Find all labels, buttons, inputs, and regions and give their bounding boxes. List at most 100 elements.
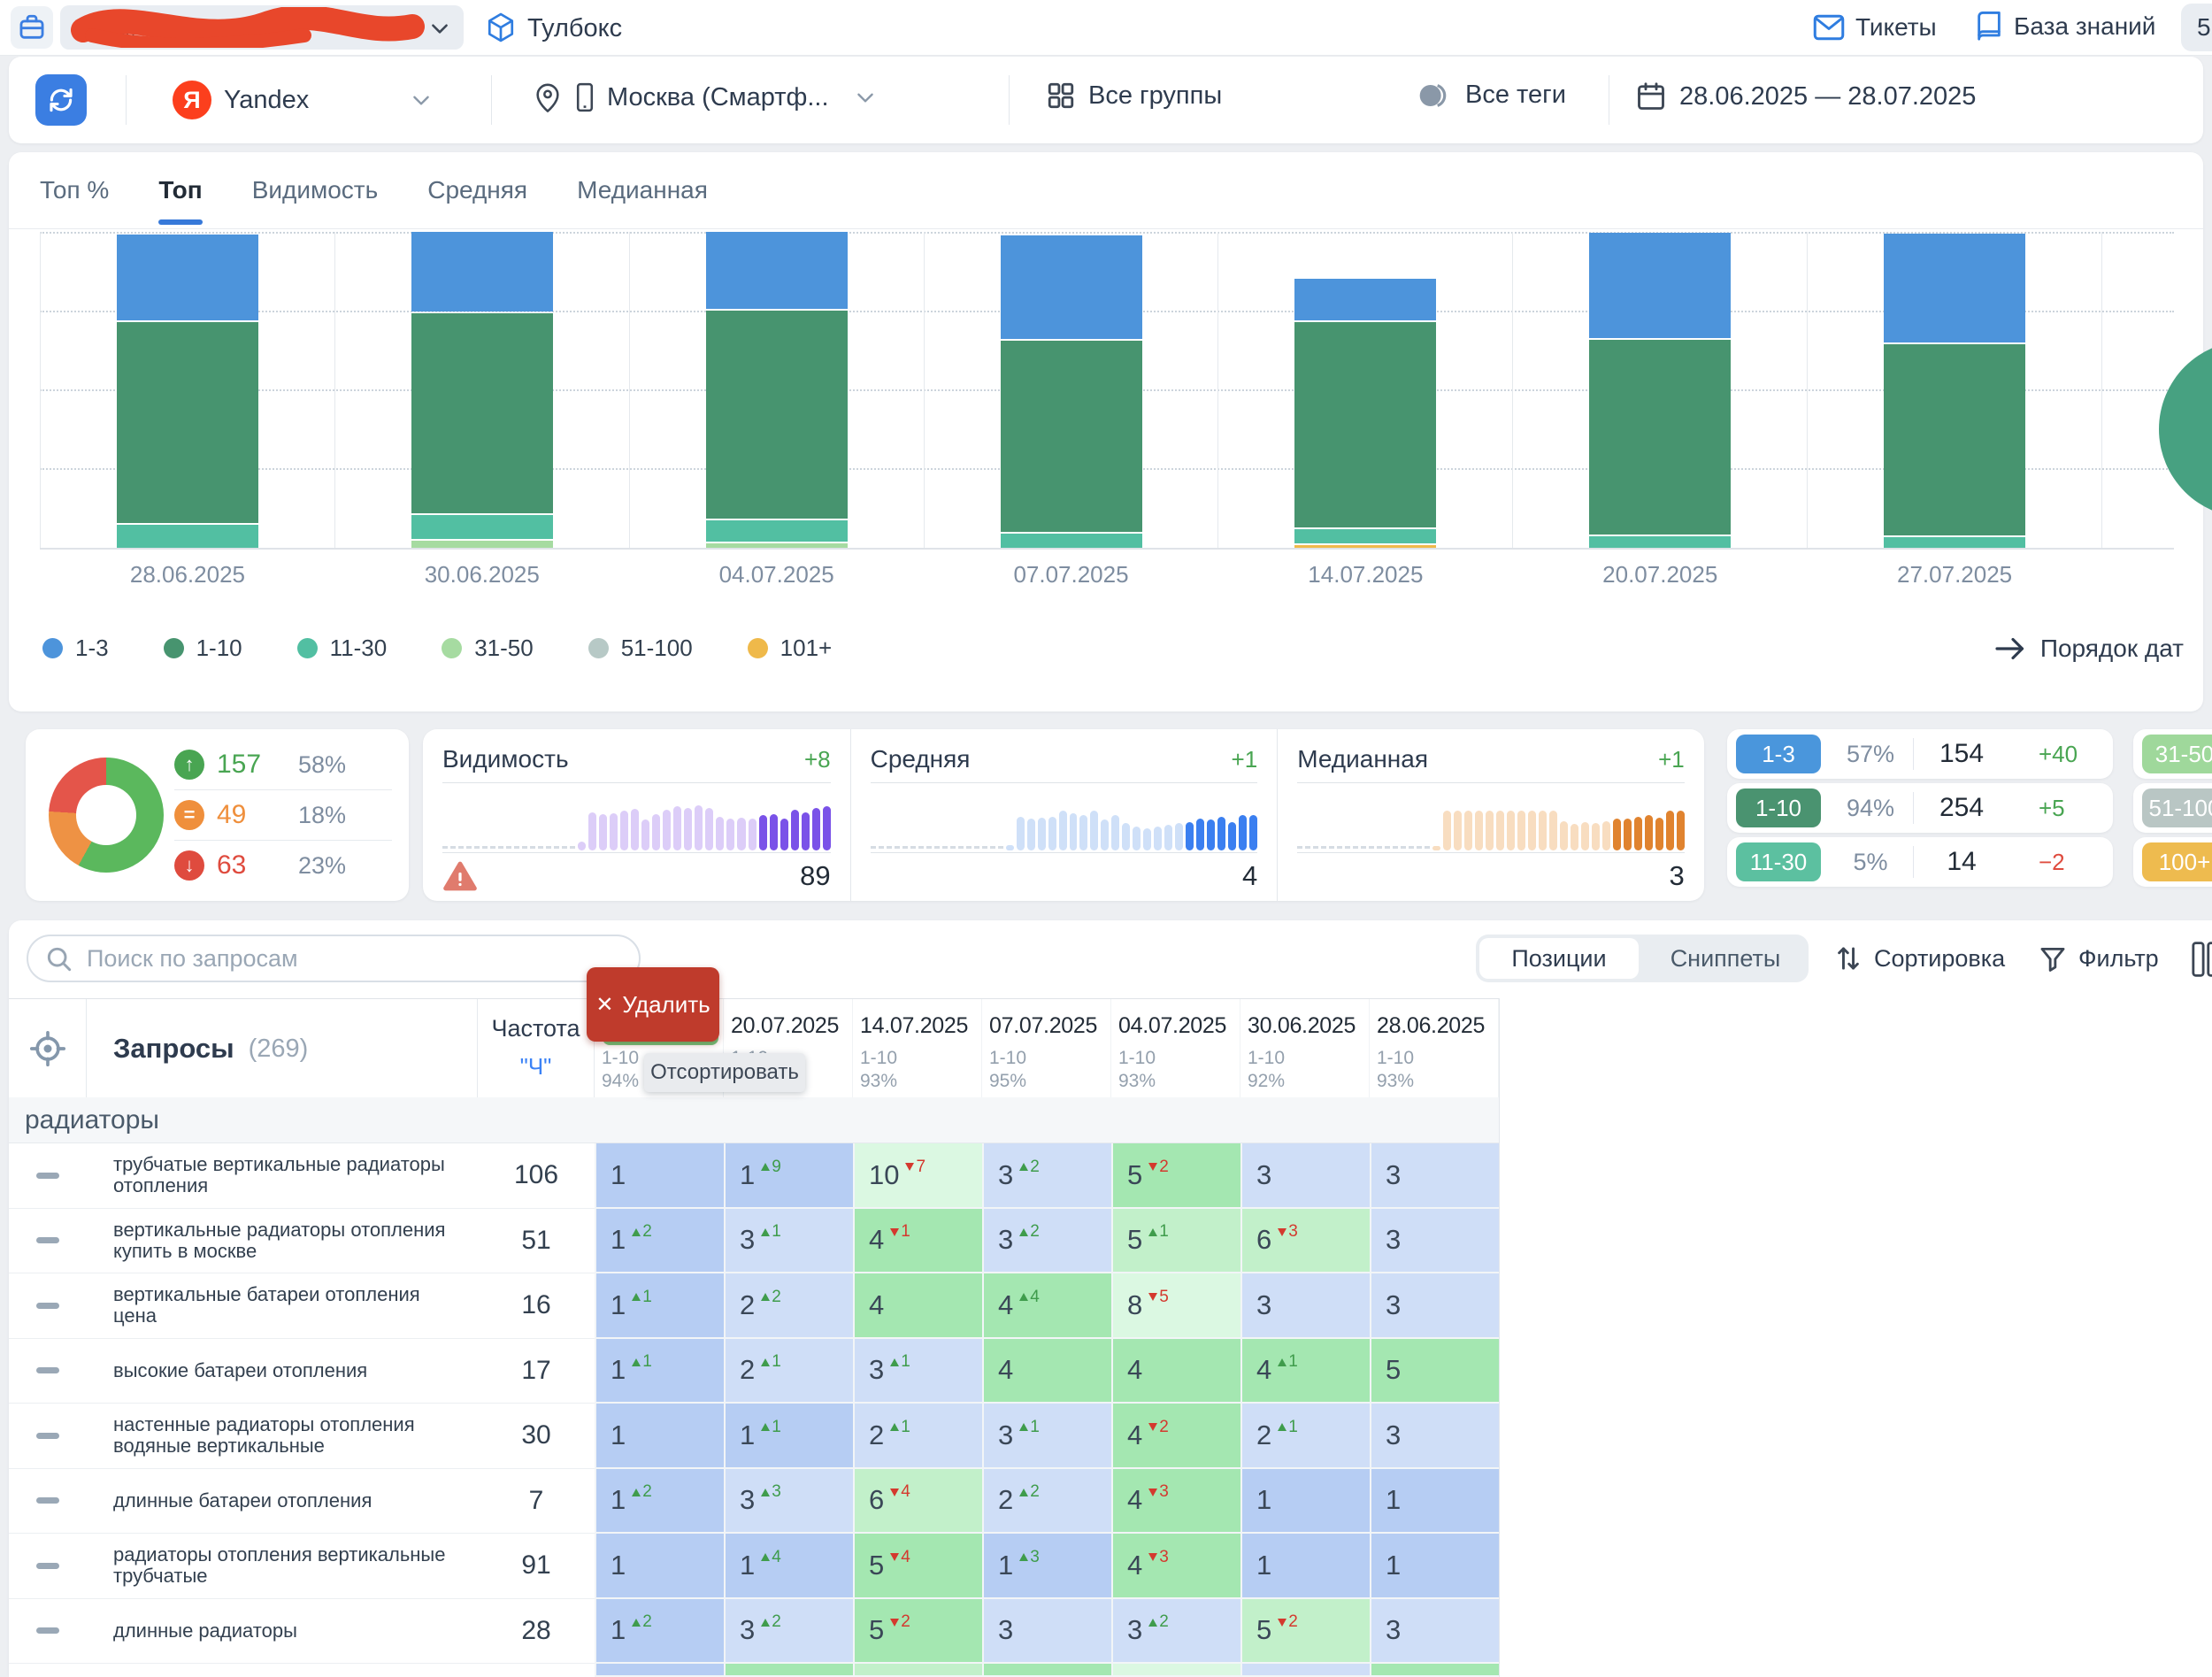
position-change: 2 — [1019, 1222, 1040, 1242]
row-collapse-toggle[interactable] — [9, 1273, 87, 1339]
filter-button[interactable]: Фильтр — [2038, 935, 2159, 982]
select-all-cell[interactable] — [9, 999, 87, 1098]
keyword-cell[interactable]: радиаторы отопления вертикальные трубчат… — [87, 1534, 478, 1599]
change-value: 2 — [642, 1482, 652, 1502]
keyword-cell[interactable]: высокие батареи отопления — [87, 1339, 478, 1404]
same-circle-icon — [174, 800, 204, 830]
product-home-link[interactable]: Тулбокс — [485, 12, 622, 43]
legend-item-1-3: 1-3 — [42, 635, 109, 662]
row-collapse-toggle[interactable] — [9, 1143, 87, 1209]
delete-button[interactable]: ✕ Удалить — [587, 967, 719, 1042]
row-collapse-toggle[interactable] — [9, 1599, 87, 1664]
chart-column: 14.07.2025 — [1218, 232, 1514, 588]
sort-button[interactable]: Сортировка — [1833, 935, 2005, 982]
stat-pct: 57% — [1846, 740, 1895, 767]
minichart-bar — [1239, 815, 1248, 850]
tab-Средняя[interactable]: Средняя — [427, 152, 527, 228]
tab-snippets[interactable]: Сниппеты — [1646, 938, 1805, 979]
balance-pill[interactable]: 5 — [2181, 4, 2212, 51]
row-collapse-toggle[interactable] — [9, 1534, 87, 1599]
date-range-picker[interactable]: 28.06.2025 — 28.07.2025 — [1635, 81, 1976, 112]
knowledge-base-link[interactable]: База знаний — [1975, 12, 2155, 42]
tab-Топ %[interactable]: Топ % — [40, 152, 109, 228]
frequency-header-cell[interactable]: Частота "Ч" — [478, 999, 595, 1098]
date-column-header[interactable]: 04.07.2025 1-10 93% — [1111, 999, 1240, 1098]
filter-label: Фильтр — [2078, 944, 2159, 972]
refresh-button[interactable] — [35, 74, 87, 126]
change-value: 1 — [642, 1287, 652, 1306]
legend-dot — [747, 638, 768, 658]
keyword-cell[interactable]: длинные батареи отопления — [87, 1469, 478, 1534]
minichart-bar — [1432, 846, 1441, 850]
position-value: 3 — [1386, 1158, 1402, 1190]
table-row: радиаторы отопления вертикальные трубчат… — [9, 1534, 1499, 1599]
search-engine-select[interactable]: Я Yandex — [173, 81, 433, 119]
row-collapse-toggle[interactable] — [9, 1339, 87, 1404]
position-value: 4 — [1127, 1484, 1143, 1516]
tab-positions[interactable]: Позиции — [1479, 938, 1639, 979]
tab-Медианная[interactable]: Медианная — [577, 152, 708, 228]
position-cell: 3 — [1240, 1143, 1370, 1209]
row-collapse-toggle[interactable] — [9, 1404, 87, 1469]
position-value: 1 — [740, 1549, 756, 1581]
change-value: 2 — [1030, 1222, 1040, 1242]
columns-icon[interactable] — [2191, 940, 2212, 979]
keyword-cell[interactable]: вертикальные батареи отопления цена — [87, 1273, 478, 1339]
position-change: 1 — [761, 1222, 781, 1242]
metric-value: 3 — [1669, 860, 1685, 891]
date-column-header[interactable]: 14.07.2025 1-10 93% — [853, 999, 982, 1098]
tickets-link[interactable]: Тикеты — [1813, 13, 1937, 42]
tab-Видимость[interactable]: Видимость — [252, 152, 379, 228]
stacked-bar-chart[interactable]: 28.06.2025 30.06.2025 04.07.2025 07.07.2025… — [40, 232, 2103, 588]
bar-segment-1-10 — [116, 322, 258, 523]
keyword-cell[interactable]: настенные радиаторы отопления водяные ве… — [87, 1404, 478, 1469]
keyword-cell[interactable]: трубчатые вертикальные радиаторы отоплен… — [87, 1143, 478, 1209]
date-order-button[interactable]: Порядок дат — [1994, 635, 2184, 663]
keyword-cell[interactable]: длинные радиаторы — [87, 1599, 478, 1664]
stat-change: +40 — [2039, 740, 2078, 767]
position-change: 1 — [890, 1418, 910, 1437]
top-bar: https:// Тулбокс Тикеты База знаний 5 — [0, 0, 2212, 56]
warning-icon[interactable] — [442, 860, 478, 892]
bar-segment-1-3 — [705, 232, 848, 309]
minichart-bar — [620, 811, 629, 850]
triangle-down-icon — [1278, 1618, 1287, 1627]
position-value: 8 — [1127, 1289, 1143, 1320]
bar-segment-1-3 — [116, 235, 258, 320]
position-cell: 63 — [1240, 1208, 1370, 1273]
position-cell — [1240, 1664, 1370, 1677]
metric-title: Медианная — [1297, 745, 1428, 773]
minichart-bar — [769, 814, 778, 850]
minichart-bar — [1133, 827, 1141, 850]
position-cell: 32 — [982, 1208, 1111, 1273]
date-column-header[interactable]: 07.07.2025 1-10 95% — [982, 999, 1111, 1098]
row-collapse-toggle[interactable] — [9, 1209, 87, 1273]
triangle-up-icon — [890, 1423, 900, 1432]
keyword-cell[interactable]: вертикальные радиаторы отопления купить … — [87, 1209, 478, 1273]
projects-button[interactable] — [11, 6, 53, 49]
minichart-bar — [1164, 825, 1173, 850]
stat-value: 154 — [1939, 739, 1985, 768]
metric-card-3: Медианная +1 3 — [1277, 729, 1704, 901]
position-value: 3 — [869, 1354, 885, 1386]
triangle-up-icon — [761, 1618, 771, 1627]
position-change: 2 — [1148, 1418, 1169, 1437]
date-column-header[interactable]: 28.06.2025 1-10 93% — [1370, 999, 1499, 1098]
toolbox-cube-icon — [485, 12, 517, 43]
date-column-header[interactable]: 30.06.2025 1-10 92% — [1240, 999, 1370, 1098]
sort-label: Сортировка — [1874, 944, 2006, 972]
group-row[interactable]: радиаторы — [9, 1097, 1499, 1143]
tags-filter[interactable]: Все теги — [1417, 81, 1566, 110]
project-url-select[interactable]: https:// — [60, 5, 464, 50]
queries-header-cell[interactable]: Запросы (269) — [87, 999, 478, 1098]
position-value: 2 — [740, 1354, 756, 1386]
region-select[interactable]: Москва (Смартф... — [533, 81, 877, 114]
range-badge: 1-3 — [1736, 735, 1821, 773]
row-collapse-toggle[interactable] — [9, 1469, 87, 1534]
change-value: 2 — [1288, 1612, 1298, 1632]
stat-change: +5 — [2039, 794, 2065, 821]
search-input[interactable] — [85, 943, 584, 973]
donut-stat-row: 157 58% — [174, 740, 392, 790]
groups-select[interactable]: Все группы — [1046, 81, 1222, 111]
tab-Топ[interactable]: Топ — [158, 152, 204, 228]
